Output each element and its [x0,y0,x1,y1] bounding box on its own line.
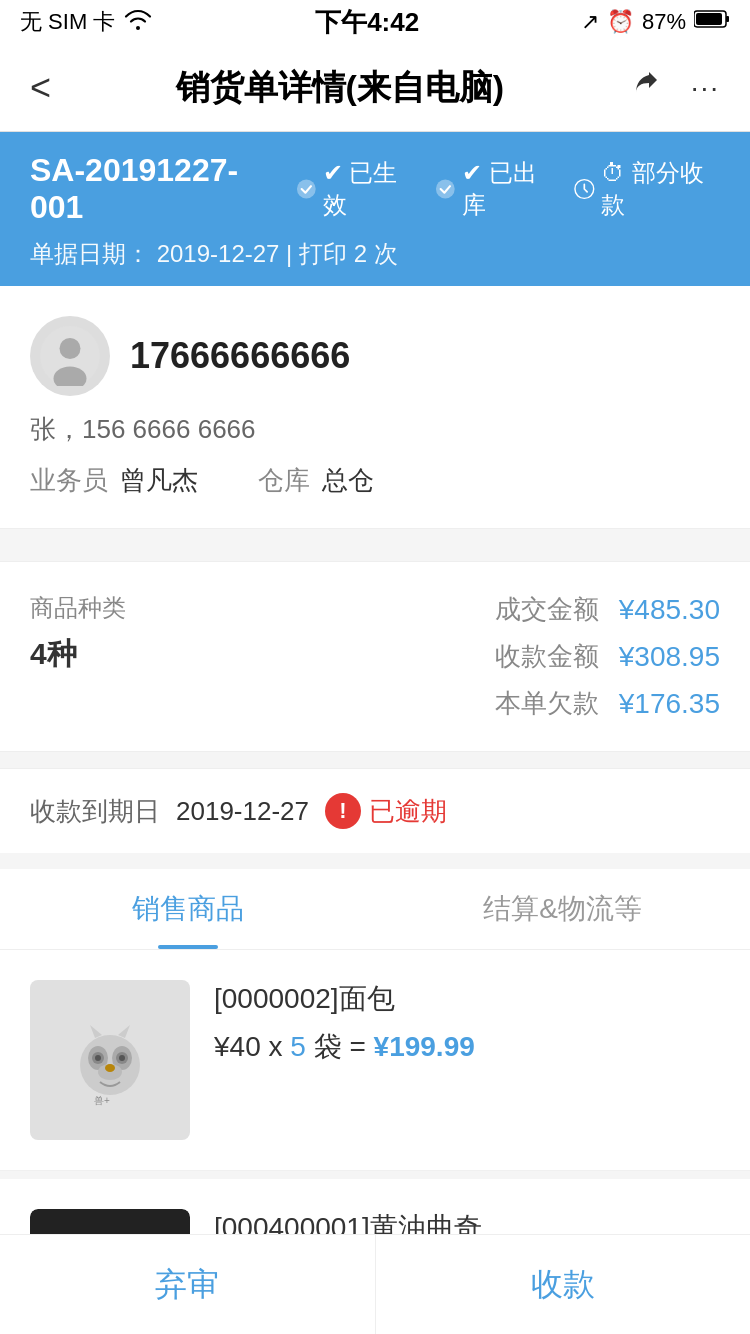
customer-top: 17666666666 [30,316,720,396]
tabs-row: 销售商品 结算&物流等 [0,869,750,949]
product-qty-1: 5 [290,1031,306,1062]
status-right: ↗ ⏰ 87% [581,9,730,35]
more-icon[interactable]: ··· [691,72,720,104]
svg-rect-2 [696,13,722,25]
receipt-value: ¥308.95 [619,641,720,673]
kind-value: 4种 [30,634,126,675]
product-price-1: ¥40 x 5 袋 = ¥199.99 [214,1028,720,1066]
svg-text:兽+: 兽+ [94,1095,110,1106]
stats-row: 商品种类 4种 成交金额 ¥485.30 收款金额 ¥308.95 本单欠款 ¥… [30,592,720,721]
nav-bar: < 销货单详情(来自电脑) ··· [0,44,750,132]
overdue-text: 已逾期 [369,794,447,829]
salesperson-item: 业务员 曾凡杰 [30,463,198,498]
due-date: 2019-12-27 [176,796,309,827]
customer-avatar [30,316,110,396]
product-name-1: [0000002]面包 [214,980,720,1018]
location-icon: ↗ [581,9,599,35]
svg-point-14 [95,1055,101,1061]
warehouse-item: 仓库 总仓 [258,463,374,498]
customer-section: 17666666666 张，156 6666 6666 业务员 曾凡杰 仓库 总… [0,286,750,529]
deal-label: 成交金额 [495,592,599,627]
warehouse-label: 仓库 [258,463,310,498]
customer-meta: 业务员 曾凡杰 仓库 总仓 [30,463,720,498]
kind-label: 商品种类 [30,592,126,624]
nav-right-icons: ··· [629,68,720,107]
share-icon[interactable] [629,68,661,107]
tab-settlement-logistics[interactable]: 结算&物流等 [375,869,750,949]
svg-point-19 [105,1064,115,1072]
product-item-1: 兽+ [0000002]面包 ¥40 x 5 袋 = ¥199.99 [0,950,750,1171]
bottom-bar: 弃审 收款 [0,1234,750,1334]
status-left: 无 SIM 卡 [20,7,153,37]
status-time: 下午4:42 [315,5,419,40]
svg-point-3 [297,180,316,199]
tab-sales-products[interactable]: 销售商品 [0,869,375,949]
overdue-warning-icon: ! [325,793,361,829]
due-section: 收款到期日 2019-12-27 ! 已逾期 [0,768,750,869]
svg-marker-18 [118,1025,130,1038]
debt-value: ¥176.35 [619,688,720,720]
back-button[interactable]: < [30,67,51,109]
product-info-1: [0000002]面包 ¥40 x 5 袋 = ¥199.99 [214,980,720,1066]
status-badge-shipped: ✔ 已出库 [435,157,554,221]
deal-amount-line: 成交金额 ¥485.30 [495,592,720,627]
confirm-button[interactable]: 收款 [376,1235,751,1334]
customer-name-phone: 张，156 6666 6666 [30,412,720,447]
receipt-amount-line: 收款金额 ¥308.95 [495,639,720,674]
salesperson-value: 曾凡杰 [120,463,198,498]
divider-1 [0,529,750,545]
battery-icon [694,9,730,35]
product-total-1: ¥199.99 [374,1031,475,1062]
stats-section: 商品种类 4种 成交金额 ¥485.30 收款金额 ¥308.95 本单欠款 ¥… [0,561,750,752]
product-thumb-1: 兽+ [30,980,190,1140]
svg-point-7 [60,338,81,359]
page-title: 销货单详情(来自电脑) [176,65,505,111]
due-label: 收款到期日 [30,794,160,829]
banner-row-status: SA-20191227-001 ✔ 已生效 ✔ 已出库 ⏱ 部分收款 [30,152,720,226]
status-badge-partial: ⏱ 部分收款 [574,157,720,221]
stats-left: 商品种类 4种 [30,592,126,675]
alarm-icon: ⏰ [607,9,634,35]
cancel-button[interactable]: 弃审 [0,1235,376,1334]
svg-rect-1 [726,16,729,22]
overdue-badge: ! 已逾期 [325,793,447,829]
svg-point-4 [436,180,455,199]
order-id: SA-20191227-001 [30,152,276,226]
debt-amount-line: 本单欠款 ¥176.35 [495,686,720,721]
wifi-icon [123,8,153,36]
divider-2 [0,1171,750,1179]
debt-label: 本单欠款 [495,686,599,721]
order-header-banner: SA-20191227-001 ✔ 已生效 ✔ 已出库 ⏱ 部分收款 单据日期：… [0,132,750,286]
status-bar: 无 SIM 卡 下午4:42 ↗ ⏰ 87% [0,0,750,44]
status-badge-active: ✔ 已生效 [296,157,415,221]
svg-marker-17 [90,1025,102,1038]
battery-label: 87% [642,9,686,35]
warehouse-value: 总仓 [322,463,374,498]
deal-value: ¥485.30 [619,594,720,626]
banner-date-row: 单据日期： 2019-12-27 | 打印 2 次 [30,238,720,270]
tabs-section: 销售商品 结算&物流等 [0,869,750,950]
stats-right: 成交金额 ¥485.30 收款金额 ¥308.95 本单欠款 ¥176.35 [495,592,720,721]
receipt-label: 收款金额 [495,639,599,674]
svg-point-15 [119,1055,125,1061]
sim-label: 无 SIM 卡 [20,7,115,37]
salesperson-label: 业务员 [30,463,108,498]
customer-phone: 17666666666 [130,335,350,377]
